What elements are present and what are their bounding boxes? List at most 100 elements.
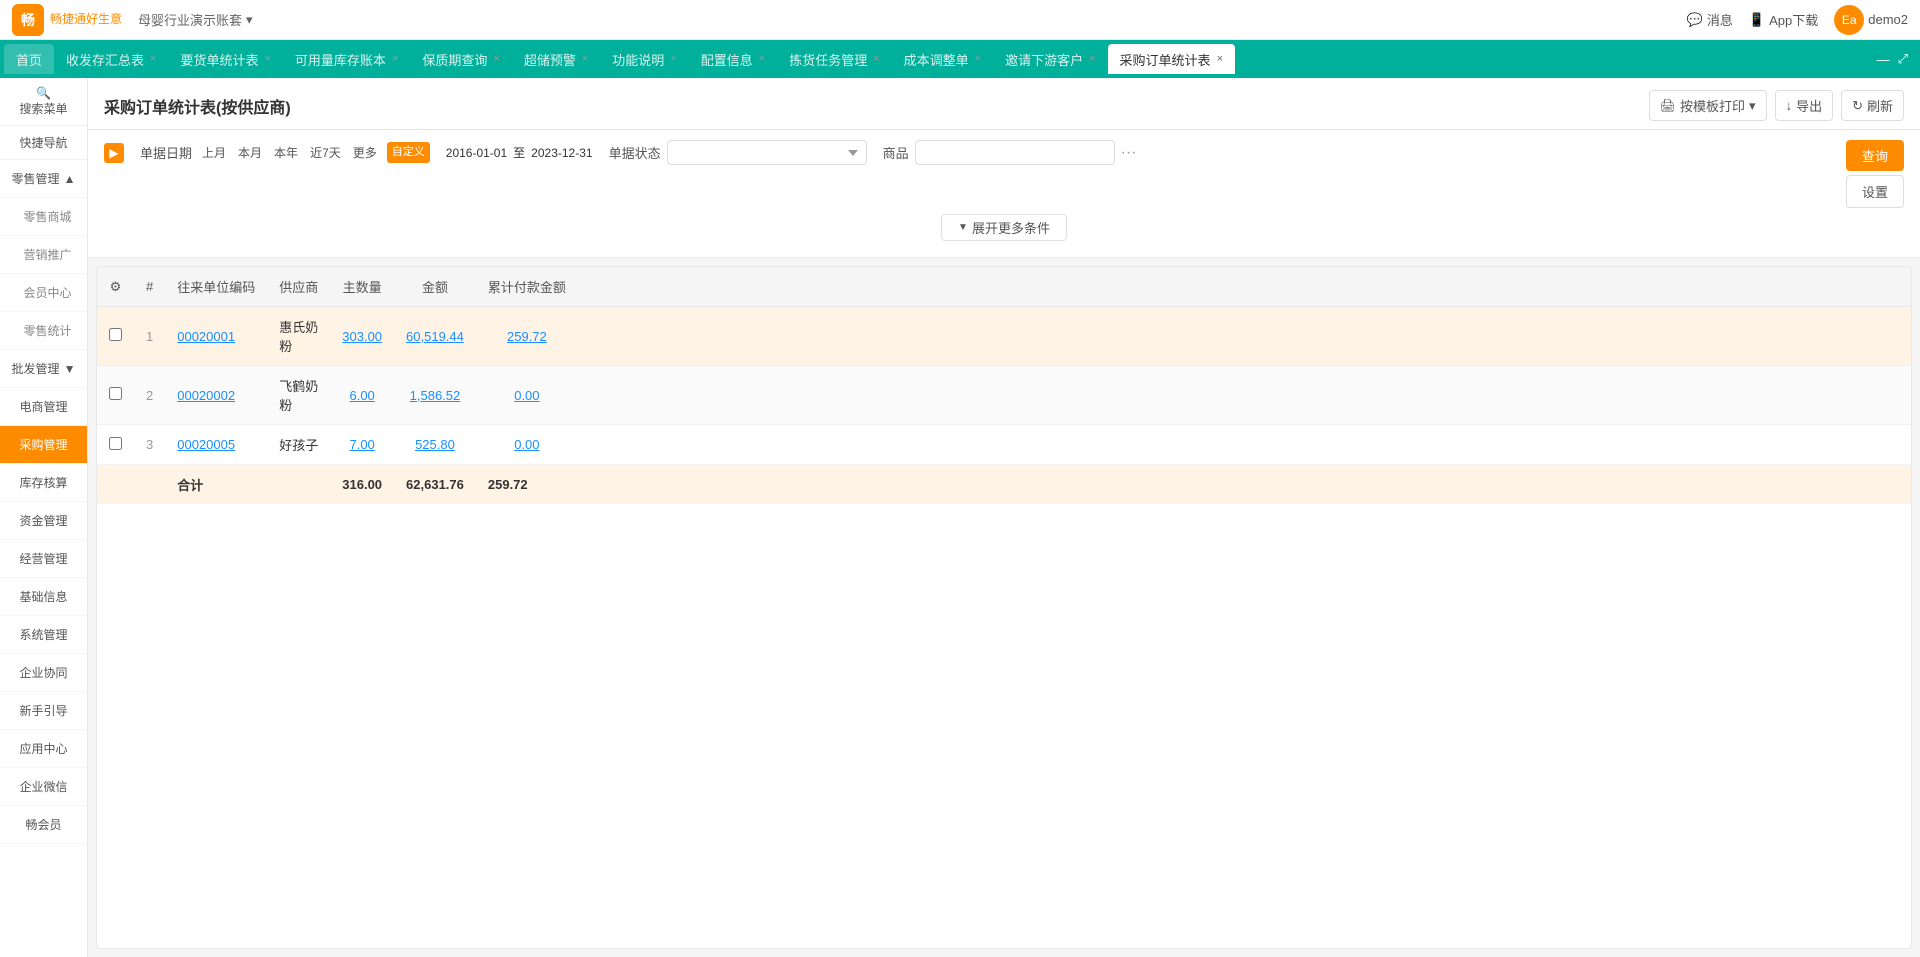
close-icon[interactable]: × [150,53,156,65]
close-icon[interactable]: × [493,53,499,65]
sidebar-item-vip[interactable]: 畅会员 [0,806,87,844]
sidebar-item-inventory[interactable]: 库存核算 [0,464,87,502]
row-checkbox[interactable] [97,366,134,425]
tab-label: 可用量库存账本 [295,50,386,69]
table-row: 2 00020002 飞鹤奶粉 6.00 1,586.52 0.00 [97,366,1911,425]
expand-row: ▼ 展开更多条件 [104,208,1904,247]
tab-controls: — ⤢ [1869,51,1916,67]
filter-date: 单据日期 上月 本月 本年 近7天 更多 自定义 [140,142,430,163]
more-options-icon[interactable]: ··· [1121,144,1137,162]
shortcut-7days[interactable]: 近7天 [306,142,345,163]
expand-button[interactable]: ▼ 展开更多条件 [941,214,1067,241]
tab-home[interactable]: 首页 [4,44,54,74]
sidebar-item-newbie[interactable]: 新手引导 [0,692,87,730]
date-shortcuts: 上月 本月 本年 近7天 更多 自定义 [198,142,430,163]
tab-shoufaHuizong[interactable]: 收发存汇总表 × [54,44,168,74]
close-icon[interactable]: × [975,53,981,65]
row-checkbox[interactable] [97,425,134,465]
row-main-qty[interactable]: 6.00 [330,366,394,425]
status-select[interactable] [667,140,867,165]
row-unit-code[interactable]: 00020005 [165,425,267,465]
account-dropdown[interactable]: 母婴行业演示账套 ▾ [130,10,261,29]
date-label: 单据日期 [140,143,192,162]
sidebar-item-wholesale[interactable]: 批发管理 ▼ [0,350,87,388]
sidebar-item-operations[interactable]: 经营管理 [0,540,87,578]
user-area[interactable]: Ea demo2 [1834,5,1908,35]
refresh-label: 刷新 [1867,96,1893,115]
row-paid-amount[interactable]: 0.00 [476,425,578,465]
table-body: 1 00020001 惠氏奶粉 303.00 60,519.44 259.72 … [97,307,1911,465]
table-wrapper: ⚙ # 往来单位编码 供应商 主数量 金额 累计付款金额 [97,267,1911,948]
message-btn[interactable]: 💬 消息 [1687,10,1733,29]
date-from: 2016-01-01 [446,146,507,160]
tab-peizhi[interactable]: 配置信息 × [689,44,777,74]
search-button[interactable]: 查询 [1846,140,1904,171]
close-icon[interactable]: × [1089,53,1095,65]
tab-home-label: 首页 [16,50,42,69]
shortcut-this-month[interactable]: 本月 [234,142,266,163]
print-button[interactable]: 🖨 按模板打印 ▾ [1649,90,1767,121]
sidebar-item-retail[interactable]: 零售管理 ▲ [0,160,87,198]
row-paid-amount[interactable]: 259.72 [476,307,578,366]
row-checkbox[interactable] [97,307,134,366]
goods-input[interactable] [915,140,1115,165]
shortcut-last-month[interactable]: 上月 [198,142,230,163]
tab-caigou[interactable]: 采购订单统计表 × [1108,44,1235,74]
tab-label: 成本调整单 [904,50,969,69]
row-main-qty[interactable]: 7.00 [330,425,394,465]
sidebar-item-retail-mall[interactable]: 零售商城 [0,198,87,236]
app-download-btn[interactable]: 📱 App下载 [1749,10,1818,29]
refresh-button[interactable]: ↻ 刷新 [1841,90,1904,121]
filter-goods: 商品 ··· [883,140,1137,165]
expand-icon[interactable]: ⤢ [1898,51,1908,67]
row-main-qty[interactable]: 303.00 [330,307,394,366]
close-icon[interactable]: × [264,53,270,65]
row-amount[interactable]: 60,519.44 [394,307,476,366]
sidebar-item-enterprise[interactable]: 企业协同 [0,654,87,692]
tab-keyong[interactable]: 可用量库存账本 × [283,44,410,74]
row-unit-code[interactable]: 00020001 [165,307,267,366]
sidebar-item-search[interactable]: 🔍 搜索菜单 [0,78,87,126]
row-amount[interactable]: 525.80 [394,425,476,465]
logo-area: 畅 畅捷通好生意 [12,4,122,36]
sidebar-item-ecom[interactable]: 电商管理 [0,388,87,426]
row-paid-amount[interactable]: 0.00 [476,366,578,425]
tab-chaochuyujing[interactable]: 超储预警 × [512,44,600,74]
tab-gongneng[interactable]: 功能说明 × [600,44,688,74]
settings-button[interactable]: 设置 [1846,175,1904,208]
sidebar-item-marketing[interactable]: 营销推广 [0,236,87,274]
shortcut-this-year[interactable]: 本年 [270,142,302,163]
shortcut-more[interactable]: 更多 [349,142,381,163]
export-button[interactable]: ↓ 导出 [1775,90,1834,121]
close-icon[interactable]: × [582,53,588,65]
sidebar-item-purchase[interactable]: 采购管理 [0,426,87,464]
sidebar-item-retail-stat[interactable]: 零售统计 [0,312,87,350]
close-icon[interactable]: × [392,53,398,65]
sidebar-item-quicknav[interactable]: 快捷导航 [0,126,87,160]
close-icon[interactable]: × [670,53,676,65]
minimize-icon[interactable]: — [1877,52,1890,67]
collapse-btn[interactable]: ▶ [104,143,124,163]
tab-yaohuo[interactable]: 要货单统计表 × [168,44,282,74]
sidebar-item-wechat[interactable]: 企业微信 [0,768,87,806]
sidebar-item-appcenter[interactable]: 应用中心 [0,730,87,768]
tab-baozhi[interactable]: 保质期查询 × [410,44,511,74]
row-extra [578,307,1911,366]
close-icon[interactable]: × [873,53,879,65]
row-amount[interactable]: 1,586.52 [394,366,476,425]
col-settings[interactable]: ⚙ [97,267,134,307]
close-icon[interactable]: × [1217,53,1223,65]
col-main-qty: 主数量 [330,267,394,307]
row-unit-code[interactable]: 00020002 [165,366,267,425]
row-supplier: 惠氏奶粉 [267,307,330,366]
close-icon[interactable]: × [759,53,765,65]
sidebar-item-finance[interactable]: 资金管理 [0,502,87,540]
date-sep: 至 [513,144,525,161]
sidebar-item-system[interactable]: 系统管理 [0,616,87,654]
sidebar-item-member[interactable]: 会员中心 [0,274,87,312]
sidebar-item-basics[interactable]: 基础信息 [0,578,87,616]
tab-chengben[interactable]: 成本调整单 × [892,44,993,74]
tab-yaoqing[interactable]: 邀请下游客户 × [993,44,1107,74]
avatar: Ea [1834,5,1864,35]
tab-pihuo[interactable]: 拣货任务管理 × [777,44,891,74]
